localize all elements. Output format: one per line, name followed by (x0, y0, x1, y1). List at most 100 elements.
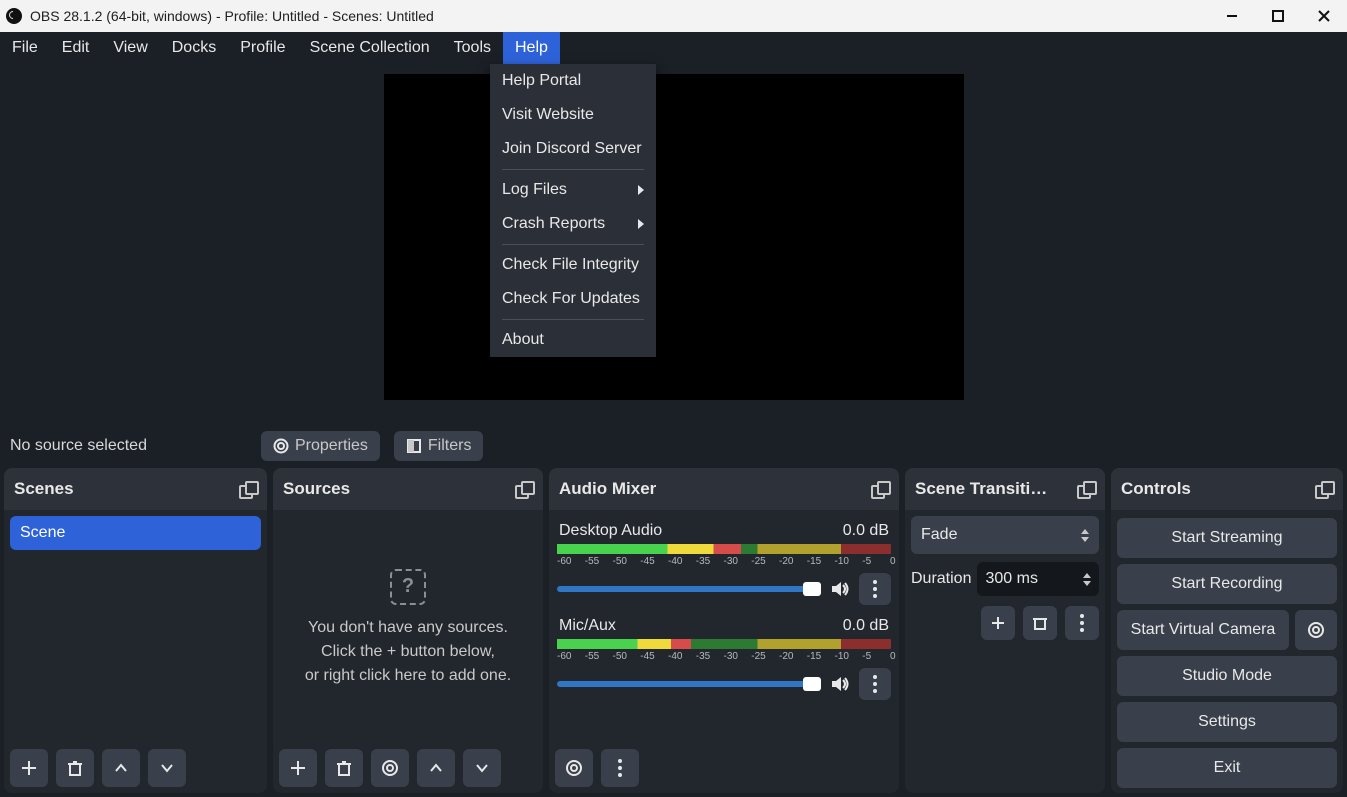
controls-header: Controls (1111, 468, 1343, 510)
popout-icon[interactable] (239, 481, 257, 497)
level-meter (557, 544, 891, 554)
sources-header: Sources (273, 468, 543, 510)
gear-icon (1307, 621, 1325, 639)
sources-title: Sources (283, 479, 350, 499)
submenu-arrow-icon (638, 185, 644, 195)
scene-up-button[interactable] (102, 749, 140, 787)
remove-transition-button[interactable] (1023, 606, 1057, 640)
mixer-title: Audio Mixer (559, 479, 656, 499)
help-dropdown: Help Portal Visit Website Join Discord S… (490, 64, 656, 357)
exit-button[interactable]: Exit (1117, 748, 1337, 788)
channel-options-button[interactable] (859, 668, 891, 700)
start-virtual-camera-button[interactable]: Start Virtual Camera (1117, 610, 1289, 650)
gear-icon (273, 438, 289, 454)
source-properties-button[interactable] (371, 749, 409, 787)
menu-profile[interactable]: Profile (228, 32, 297, 64)
mixer-channel-desktop-audio: Desktop Audio 0.0 dB -60-55-50-45-40-35-… (555, 516, 893, 611)
add-scene-button[interactable] (10, 749, 48, 787)
visit-website-item[interactable]: Visit Website (490, 98, 656, 132)
channel-name: Mic/Aux (559, 617, 616, 635)
source-down-button[interactable] (463, 749, 501, 787)
properties-button[interactable]: Properties (261, 431, 380, 461)
empty-line: or right click here to add one. (305, 667, 511, 685)
check-for-updates-item[interactable]: Check For Updates (490, 282, 656, 316)
popout-icon[interactable] (515, 481, 533, 497)
mute-button[interactable] (829, 673, 851, 695)
filters-button[interactable]: Filters (394, 431, 484, 461)
mixer-body: Desktop Audio 0.0 dB -60-55-50-45-40-35-… (549, 510, 899, 743)
minimize-button[interactable] (1209, 0, 1255, 32)
start-streaming-button[interactable]: Start Streaming (1117, 518, 1337, 558)
start-recording-button[interactable]: Start Recording (1117, 564, 1337, 604)
sources-body[interactable]: ? You don't have any sources. Click the … (273, 510, 543, 743)
chevron-down-icon (158, 759, 176, 777)
question-icon: ? (390, 569, 426, 605)
settings-button[interactable]: Settings (1117, 702, 1337, 742)
submenu-arrow-icon (638, 219, 644, 229)
window-buttons (1209, 0, 1347, 32)
menu-docks[interactable]: Docks (160, 32, 228, 64)
menu-view[interactable]: View (101, 32, 159, 64)
menu-help[interactable]: Help (503, 32, 560, 64)
menu-tools[interactable]: Tools (442, 32, 503, 64)
speaker-icon (830, 674, 850, 694)
scenes-title: Scenes (14, 479, 74, 499)
scene-item[interactable]: Scene (10, 516, 261, 550)
log-files-item[interactable]: Log Files (490, 173, 656, 207)
controls-dock: Controls Start Streaming Start Recording… (1111, 468, 1343, 793)
transition-options-button[interactable] (1065, 606, 1099, 640)
mute-button[interactable] (829, 578, 851, 600)
sources-footer (273, 743, 543, 793)
mixer-channel-mic-aux: Mic/Aux 0.0 dB -60-55-50-45-40-35-30-25-… (555, 611, 893, 706)
remove-source-button[interactable] (325, 749, 363, 787)
preview-area (0, 64, 1347, 424)
mixer-footer (549, 743, 899, 793)
duration-input[interactable]: 300 ms (977, 562, 1099, 596)
about-item[interactable]: About (490, 323, 656, 357)
crash-reports-item[interactable]: Crash Reports (490, 207, 656, 241)
app-icon (6, 8, 22, 24)
mixer-advanced-button[interactable] (555, 749, 593, 787)
transition-select[interactable]: Fade (911, 516, 1099, 554)
mixer-header: Audio Mixer (549, 468, 899, 510)
popout-icon[interactable] (871, 481, 889, 497)
window-title: OBS 28.1.2 (64-bit, windows) - Profile: … (30, 8, 434, 24)
trash-icon (335, 759, 353, 777)
channel-options-button[interactable] (859, 573, 891, 605)
preview-canvas[interactable] (384, 74, 964, 400)
mixer-menu-button[interactable] (601, 749, 639, 787)
volume-slider[interactable] (557, 681, 821, 687)
menu-separator (502, 169, 644, 170)
help-portal-item[interactable]: Help Portal (490, 64, 656, 98)
audio-mixer-dock: Audio Mixer Desktop Audio 0.0 dB -60-55-… (549, 468, 899, 793)
close-button[interactable] (1301, 0, 1347, 32)
speaker-icon (830, 579, 850, 599)
menu-edit[interactable]: Edit (50, 32, 102, 64)
remove-scene-button[interactable] (56, 749, 94, 787)
scenes-body[interactable]: Scene (4, 510, 267, 743)
source-up-button[interactable] (417, 749, 455, 787)
popout-icon[interactable] (1315, 481, 1333, 497)
chevron-up-icon (112, 759, 130, 777)
check-file-integrity-item[interactable]: Check File Integrity (490, 248, 656, 282)
maximize-button[interactable] (1255, 0, 1301, 32)
menu-file[interactable]: File (0, 32, 50, 64)
scenes-dock: Scenes Scene (4, 468, 267, 793)
add-transition-button[interactable] (981, 606, 1015, 640)
add-source-button[interactable] (279, 749, 317, 787)
filters-icon (406, 438, 422, 454)
gear-icon (565, 759, 583, 777)
popout-icon[interactable] (1077, 481, 1095, 497)
menu-separator (502, 319, 644, 320)
volume-slider[interactable] (557, 586, 821, 592)
scenes-footer (4, 743, 267, 793)
scene-down-button[interactable] (148, 749, 186, 787)
transitions-body: Fade Duration 300 ms (905, 510, 1105, 793)
join-discord-item[interactable]: Join Discord Server (490, 132, 656, 166)
studio-mode-button[interactable]: Studio Mode (1117, 656, 1337, 696)
scenes-header: Scenes (4, 468, 267, 510)
empty-line: You don't have any sources. (308, 619, 508, 637)
controls-title: Controls (1121, 479, 1191, 499)
virtual-camera-settings-button[interactable] (1295, 610, 1337, 650)
menu-scene-collection[interactable]: Scene Collection (298, 32, 442, 64)
